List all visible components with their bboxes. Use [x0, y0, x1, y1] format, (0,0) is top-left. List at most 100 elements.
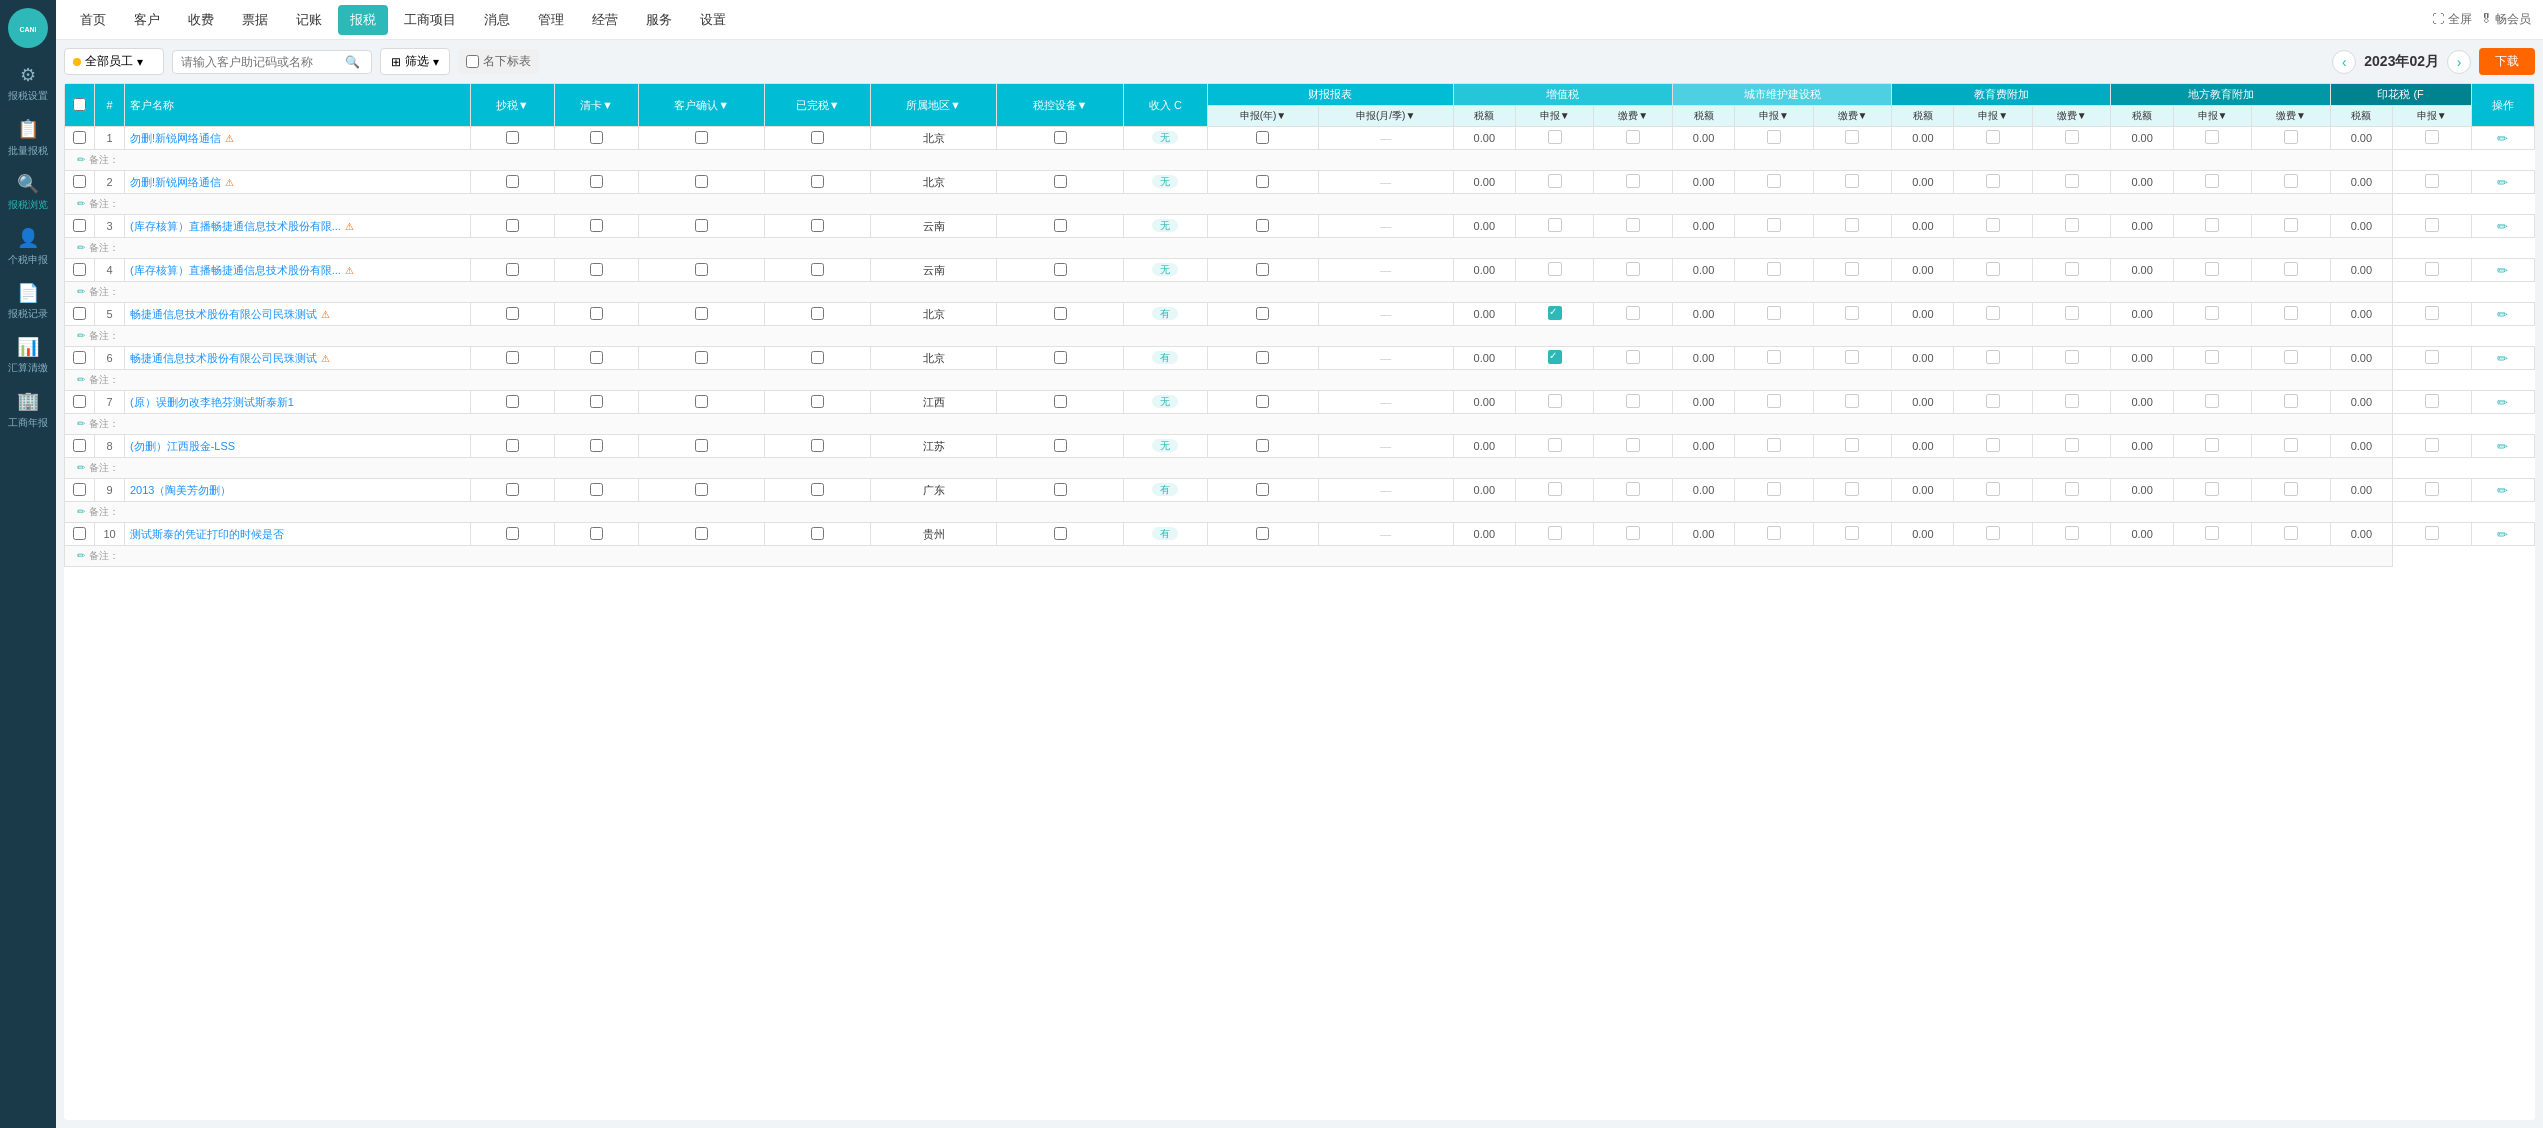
edit-icon[interactable]: ✏: [2497, 483, 2508, 498]
row-checkbox[interactable]: [1256, 131, 1269, 144]
nav-service[interactable]: 服务: [634, 5, 684, 35]
row-checkbox[interactable]: [73, 307, 86, 320]
row-checkbox[interactable]: [811, 483, 824, 496]
row-checkbox[interactable]: [1054, 219, 1067, 232]
row-checkbox[interactable]: [73, 439, 86, 452]
row-checkbox[interactable]: [695, 263, 708, 276]
row-checkbox[interactable]: [506, 439, 519, 452]
row-checkbox[interactable]: [506, 307, 519, 320]
client-name-link[interactable]: 2013（陶美芳勿删）: [130, 484, 231, 496]
nav-management[interactable]: 管理: [526, 5, 576, 35]
nav-message[interactable]: 消息: [472, 5, 522, 35]
row-checkbox[interactable]: [1054, 527, 1067, 540]
row-checkbox[interactable]: [1054, 439, 1067, 452]
row-checkbox[interactable]: [73, 131, 86, 144]
row-checkbox[interactable]: [590, 175, 603, 188]
row-checkbox[interactable]: [1054, 351, 1067, 364]
sidebar-item-tax-view[interactable]: 🔍 报税浏览: [0, 165, 56, 219]
row-checkbox[interactable]: [590, 307, 603, 320]
client-name-link[interactable]: (库存核算）直播畅捷通信息技术股份有限...: [130, 264, 341, 276]
next-date-btn[interactable]: ›: [2447, 50, 2471, 74]
row-checkbox[interactable]: [695, 175, 708, 188]
edit-icon[interactable]: ✏: [2497, 527, 2508, 542]
row-checkbox[interactable]: [1256, 439, 1269, 452]
client-name-link[interactable]: (库存核算）直播畅捷通信息技术股份有限...: [130, 220, 341, 232]
row-checkbox[interactable]: [590, 351, 603, 364]
row-checkbox[interactable]: [695, 351, 708, 364]
edit-icon[interactable]: ✏: [2497, 395, 2508, 410]
row-checkbox[interactable]: [1256, 175, 1269, 188]
sidebar-item-batch-tax[interactable]: 📋 批量报税: [0, 110, 56, 164]
row-checkbox[interactable]: [73, 527, 86, 540]
edit-icon[interactable]: ✏: [2497, 175, 2508, 190]
client-name-link[interactable]: 勿删!新锐网络通信: [130, 176, 221, 188]
row-checkbox[interactable]: [811, 351, 824, 364]
row-checkbox[interactable]: [506, 263, 519, 276]
row-checkbox[interactable]: [590, 527, 603, 540]
row-checkbox[interactable]: [1256, 483, 1269, 496]
row-checkbox[interactable]: [1054, 131, 1067, 144]
client-name-link[interactable]: (原）误删勿改李艳芬测试斯泰新1: [130, 396, 294, 408]
client-name-cell[interactable]: 勿删!新锐网络通信⚠: [125, 171, 471, 194]
row-checkbox[interactable]: [695, 395, 708, 408]
client-name-link[interactable]: 测试斯泰的凭证打印的时候是否: [130, 528, 284, 540]
select-all-checkbox[interactable]: [73, 98, 86, 111]
row-checkbox[interactable]: [73, 219, 86, 232]
row-checkbox[interactable]: [506, 175, 519, 188]
row-checkbox[interactable]: [1054, 175, 1067, 188]
vip-btn[interactable]: 🎖 畅会员: [2480, 11, 2531, 28]
row-checkbox[interactable]: [695, 527, 708, 540]
row-checkbox[interactable]: [811, 395, 824, 408]
row-checkbox[interactable]: [1256, 219, 1269, 232]
row-checkbox[interactable]: [506, 483, 519, 496]
client-name-link[interactable]: 勿删!新锐网络通信: [130, 132, 221, 144]
nav-operations[interactable]: 经营: [580, 5, 630, 35]
row-checkbox[interactable]: [811, 219, 824, 232]
row-checkbox[interactable]: [1256, 351, 1269, 364]
row-checkbox[interactable]: [695, 483, 708, 496]
nav-invoice[interactable]: 票据: [230, 5, 280, 35]
row-checkbox[interactable]: [590, 395, 603, 408]
name-badge-checkbox[interactable]: [466, 55, 479, 68]
row-checkbox[interactable]: [506, 395, 519, 408]
nav-tax[interactable]: 报税: [338, 5, 388, 35]
row-checkbox[interactable]: [506, 131, 519, 144]
sidebar-item-tax-settings[interactable]: ⚙ 报税设置: [0, 56, 56, 110]
edit-icon[interactable]: ✏: [2497, 219, 2508, 234]
row-checkbox[interactable]: [1054, 395, 1067, 408]
nav-industry[interactable]: 工商项目: [392, 5, 468, 35]
sidebar-item-personal-tax[interactable]: 👤 个税申报: [0, 219, 56, 273]
client-name-cell[interactable]: 畅捷通信息技术股份有限公司民珠测试⚠: [125, 347, 471, 370]
row-checkbox[interactable]: [695, 131, 708, 144]
logo[interactable]: CANI: [8, 8, 48, 48]
row-checkbox[interactable]: [811, 527, 824, 540]
sidebar-item-tax-records[interactable]: 📄 报税记录: [0, 274, 56, 328]
client-name-cell[interactable]: 测试斯泰的凭证打印的时候是否: [125, 523, 471, 546]
client-name-cell[interactable]: 2013（陶美芳勿删）: [125, 479, 471, 502]
nav-client[interactable]: 客户: [122, 5, 172, 35]
row-checkbox[interactable]: [1256, 527, 1269, 540]
row-checkbox[interactable]: [590, 219, 603, 232]
employee-select[interactable]: 全部员工 ▾: [64, 48, 164, 75]
client-name-cell[interactable]: 勿删!新锐网络通信⚠: [125, 127, 471, 150]
download-button[interactable]: 下载: [2479, 48, 2535, 75]
row-checkbox[interactable]: [73, 395, 86, 408]
edit-icon[interactable]: ✏: [2497, 439, 2508, 454]
row-checkbox[interactable]: [811, 439, 824, 452]
row-checkbox[interactable]: [73, 351, 86, 364]
row-checkbox[interactable]: [811, 131, 824, 144]
row-checkbox[interactable]: [811, 307, 824, 320]
client-name-cell[interactable]: (库存核算）直播畅捷通信息技术股份有限...⚠: [125, 215, 471, 238]
row-checkbox[interactable]: [73, 263, 86, 276]
row-checkbox[interactable]: [506, 351, 519, 364]
client-name-link[interactable]: (勿删）江西股金-LSS: [130, 440, 235, 452]
row-checkbox[interactable]: [695, 439, 708, 452]
edit-icon[interactable]: ✏: [2497, 131, 2508, 146]
row-checkbox[interactable]: [73, 483, 86, 496]
nav-home[interactable]: 首页: [68, 5, 118, 35]
row-checkbox[interactable]: [506, 219, 519, 232]
row-checkbox[interactable]: [1256, 263, 1269, 276]
row-checkbox[interactable]: [695, 219, 708, 232]
client-name-cell[interactable]: (原）误删勿改李艳芬测试斯泰新1: [125, 391, 471, 414]
search-input[interactable]: [181, 55, 341, 69]
